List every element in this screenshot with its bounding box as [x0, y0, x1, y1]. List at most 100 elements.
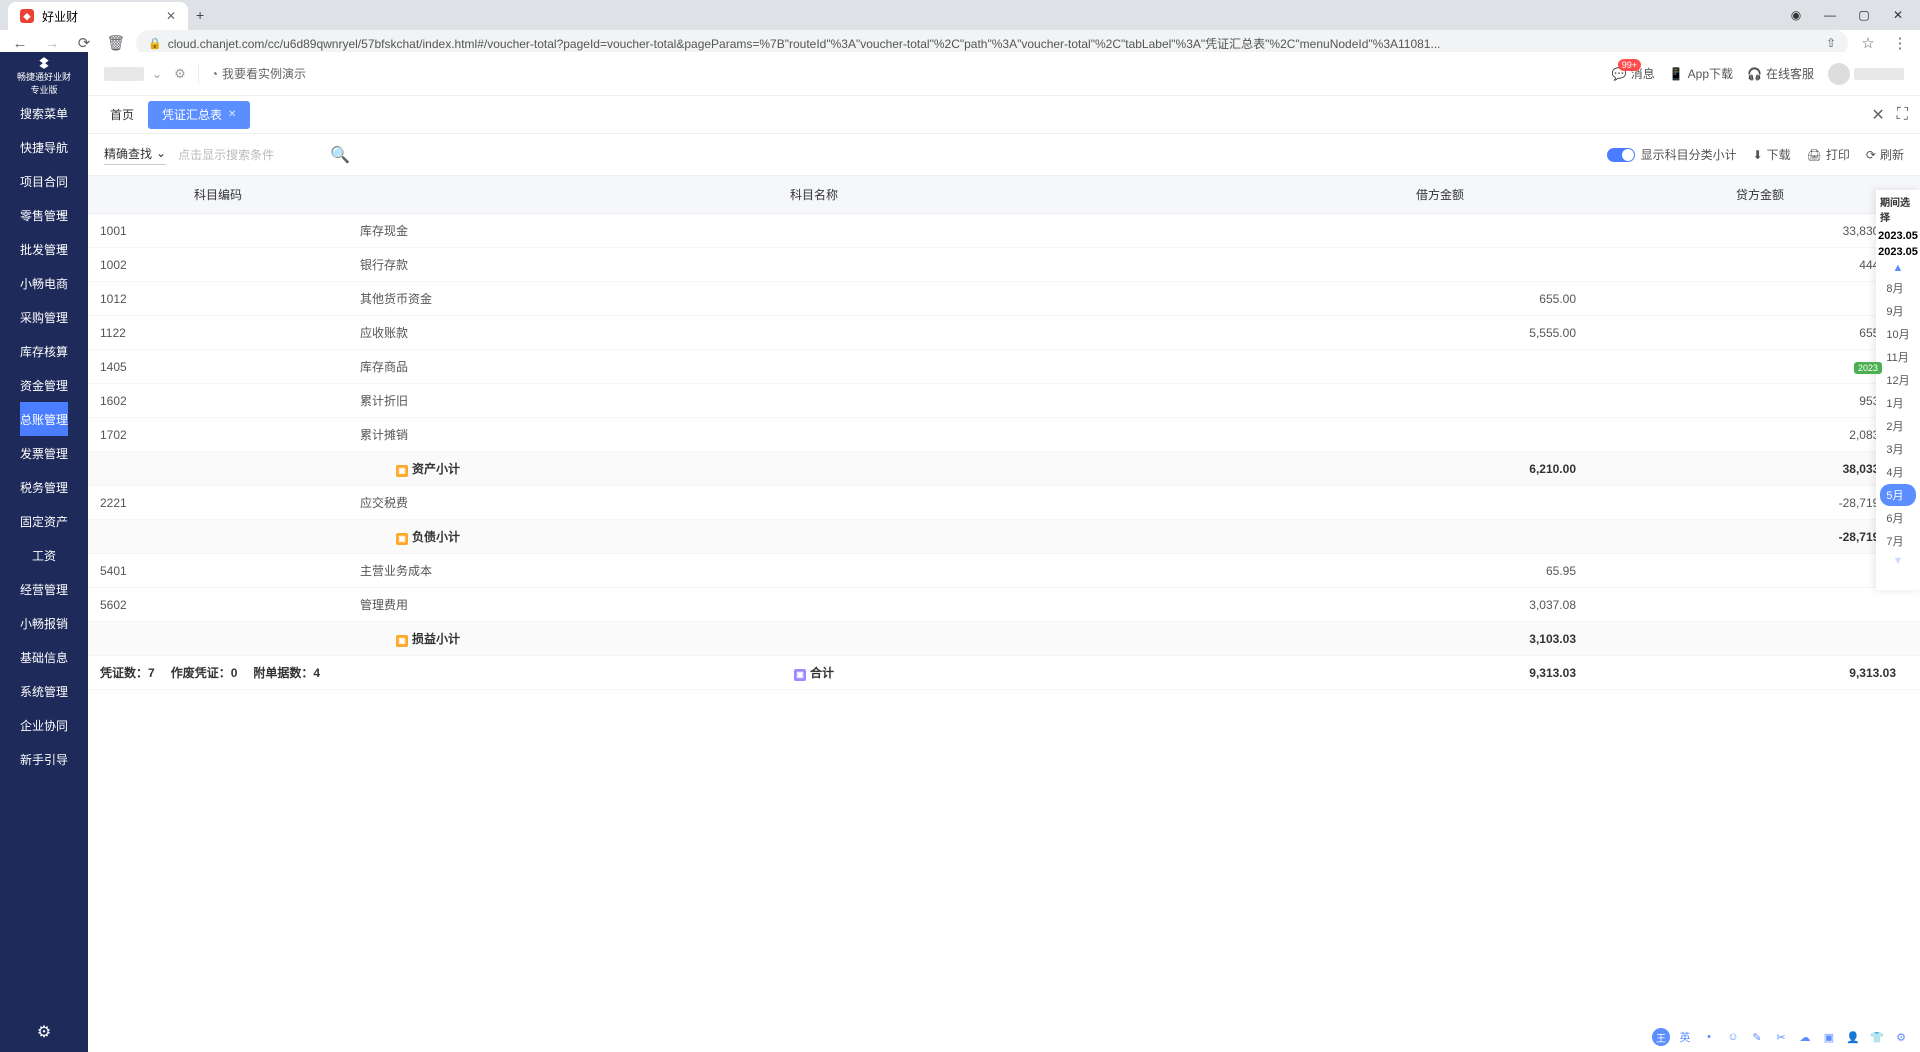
period-to[interactable]: 2023.05: [1876, 244, 1920, 260]
ime-cloud-icon[interactable]: ☁: [1796, 1028, 1814, 1046]
month-12月[interactable]: 12月: [1880, 369, 1915, 391]
sidebar-item-小畅电商[interactable]: 小畅电商: [20, 266, 68, 300]
month-7月[interactable]: 7月: [1880, 530, 1915, 552]
settings-button[interactable]: ⚙: [0, 1012, 88, 1052]
month-8月[interactable]: 8月: [1880, 277, 1915, 299]
month-4月[interactable]: 4月: [1880, 461, 1915, 483]
sidebar-item-经营管理[interactable]: 经营管理: [20, 572, 68, 606]
sidebar-item-固定资产[interactable]: 固定资产: [20, 504, 68, 538]
ime-edit-icon[interactable]: ✎: [1748, 1028, 1766, 1046]
star-icon[interactable]: ☆: [1856, 34, 1880, 52]
table-row[interactable]: 1602累计折旧953.75: [88, 384, 1920, 418]
period-from[interactable]: 2023.05: [1876, 228, 1920, 244]
new-tab-button[interactable]: +: [196, 7, 204, 23]
browser-tab[interactable]: ◆ 好业财 ✕: [8, 2, 188, 30]
table-row[interactable]: 1001库存现金33,830.98: [88, 214, 1920, 248]
table-row[interactable]: ▣资产小计6,210.0038,033.01: [88, 452, 1920, 486]
tab-voucher-total[interactable]: 凭证汇总表 ✕: [148, 101, 250, 129]
download-button[interactable]: ⬇ 下载: [1753, 146, 1791, 163]
messages-button[interactable]: 99+ 💬 消息: [1612, 65, 1655, 82]
scroll-down-icon[interactable]: ▼: [1891, 553, 1906, 569]
sidebar-item-库存核算[interactable]: 库存核算: [20, 334, 68, 368]
ime-smile-icon[interactable]: ☺: [1724, 1028, 1742, 1046]
ime-lang[interactable]: 英: [1676, 1028, 1694, 1046]
table-row[interactable]: 1002银行存款444.00: [88, 248, 1920, 282]
sidebar-item-搜索菜单[interactable]: 搜索菜单: [20, 96, 68, 130]
tab-close-icon[interactable]: ✕: [166, 9, 176, 23]
close-window-icon[interactable]: ✕: [1884, 5, 1912, 25]
col-code[interactable]: 科目编码: [88, 176, 348, 214]
trash-icon[interactable]: 🗑: [104, 34, 128, 52]
table-row[interactable]: 凭证数：7作废凭证：0附单据数：4▣合计9,313.039,313.03: [88, 656, 1920, 690]
demo-link[interactable]: ◔ 我要看实例演示: [211, 65, 306, 82]
ime-gear-icon[interactable]: ⚙: [1892, 1028, 1910, 1046]
sidebar-item-快捷导航[interactable]: 快捷导航: [20, 130, 68, 164]
sidebar-item-发票管理[interactable]: 发票管理: [20, 436, 68, 470]
sidebar-item-企业协同[interactable]: 企业协同: [20, 708, 68, 742]
month-10月[interactable]: 10月: [1880, 323, 1915, 345]
close-tab-icon[interactable]: ✕: [1867, 101, 1888, 129]
search-mode-dropdown[interactable]: 精确查找 ⌄: [104, 145, 166, 165]
table-row[interactable]: 1702累计摊销2,083.33: [88, 418, 1920, 452]
tab-home[interactable]: 首页: [96, 101, 148, 129]
tab-close-icon[interactable]: ✕: [228, 109, 236, 120]
menu-icon[interactable]: ⋮: [1888, 34, 1912, 52]
back-icon[interactable]: ←: [8, 35, 32, 52]
table-row[interactable]: 1405库存商品65.95: [88, 350, 1920, 384]
refresh-button[interactable]: ⟳ 刷新: [1866, 146, 1904, 163]
expand-icon[interactable]: ⛶: [1893, 102, 1912, 128]
ime-logo-icon[interactable]: 王: [1652, 1028, 1670, 1046]
msg-badge: 99+: [1618, 59, 1641, 71]
month-9月[interactable]: 9月: [1880, 300, 1915, 322]
month-2月[interactable]: 2月: [1880, 415, 1915, 437]
reload-icon[interactable]: ⟳: [72, 34, 96, 52]
sidebar-item-采购管理[interactable]: 采购管理: [20, 300, 68, 334]
subtotal-toggle[interactable]: [1607, 148, 1635, 162]
share-icon[interactable]: ⇧: [1826, 36, 1836, 50]
download-button[interactable]: 📱 App下载: [1669, 65, 1733, 82]
sidebar-item-新手引导[interactable]: 新手引导: [20, 742, 68, 776]
gear-icon[interactable]: ⚙: [174, 66, 186, 82]
month-5月[interactable]: 5月: [1880, 484, 1915, 506]
user-menu[interactable]: [1828, 63, 1904, 85]
sidebar-item-工资[interactable]: 工资: [20, 538, 68, 572]
scroll-up-icon[interactable]: ▲: [1891, 260, 1906, 276]
sidebar-item-系统管理[interactable]: 系统管理: [20, 674, 68, 708]
ime-person-icon[interactable]: 👤: [1844, 1028, 1862, 1046]
month-11月[interactable]: 11月: [1880, 346, 1915, 368]
table-row[interactable]: 1012其他货币资金655.00: [88, 282, 1920, 316]
ime-picture-icon[interactable]: ▣: [1820, 1028, 1838, 1046]
table-row[interactable]: 2221应交税费-28,719.98: [88, 486, 1920, 520]
ime-shirt-icon[interactable]: 👕: [1868, 1028, 1886, 1046]
org-selector[interactable]: ⌄: [104, 67, 162, 81]
month-6月[interactable]: 6月: [1880, 507, 1915, 529]
sidebar-item-资金管理[interactable]: 资金管理: [20, 368, 68, 402]
search-icon[interactable]: 🔍: [330, 145, 350, 165]
table-row[interactable]: 1122应收账款5,555.00655.00: [88, 316, 1920, 350]
forward-icon[interactable]: →: [40, 35, 64, 52]
sidebar-item-零售管理[interactable]: 零售管理: [20, 198, 68, 232]
month-3月[interactable]: 3月: [1880, 438, 1915, 460]
col-credit[interactable]: 贷方金额: [1600, 176, 1920, 214]
sidebar-item-税务管理[interactable]: 税务管理: [20, 470, 68, 504]
search-input[interactable]: [178, 144, 318, 166]
ime-dot-icon[interactable]: •: [1700, 1028, 1718, 1046]
month-1月[interactable]: 1月: [1880, 392, 1915, 414]
service-button[interactable]: 🎧 在线客服: [1747, 65, 1814, 82]
sidebar-item-基础信息[interactable]: 基础信息: [20, 640, 68, 674]
print-button[interactable]: 🖨 打印: [1807, 146, 1850, 163]
col-debit[interactable]: 借方金额: [1280, 176, 1600, 214]
table-row[interactable]: ▣损益小计3,103.03: [88, 622, 1920, 656]
minimize-icon[interactable]: —: [1816, 5, 1844, 25]
ime-cut-icon[interactable]: ✂: [1772, 1028, 1790, 1046]
table-row[interactable]: 5401主营业务成本65.95: [88, 554, 1920, 588]
sidebar-item-项目合同[interactable]: 项目合同: [20, 164, 68, 198]
sidebar-item-总账管理[interactable]: 总账管理: [20, 402, 68, 436]
table-row[interactable]: 5602管理费用3,037.08: [88, 588, 1920, 622]
table-row[interactable]: ▣负债小计-28,719.98: [88, 520, 1920, 554]
sidebar-item-批发管理[interactable]: 批发管理: [20, 232, 68, 266]
col-name[interactable]: 科目名称: [348, 176, 1280, 214]
maximize-icon[interactable]: ▢: [1850, 5, 1878, 25]
sidebar-item-小畅报销[interactable]: 小畅报销: [20, 606, 68, 640]
account-icon[interactable]: ◉: [1782, 5, 1810, 25]
